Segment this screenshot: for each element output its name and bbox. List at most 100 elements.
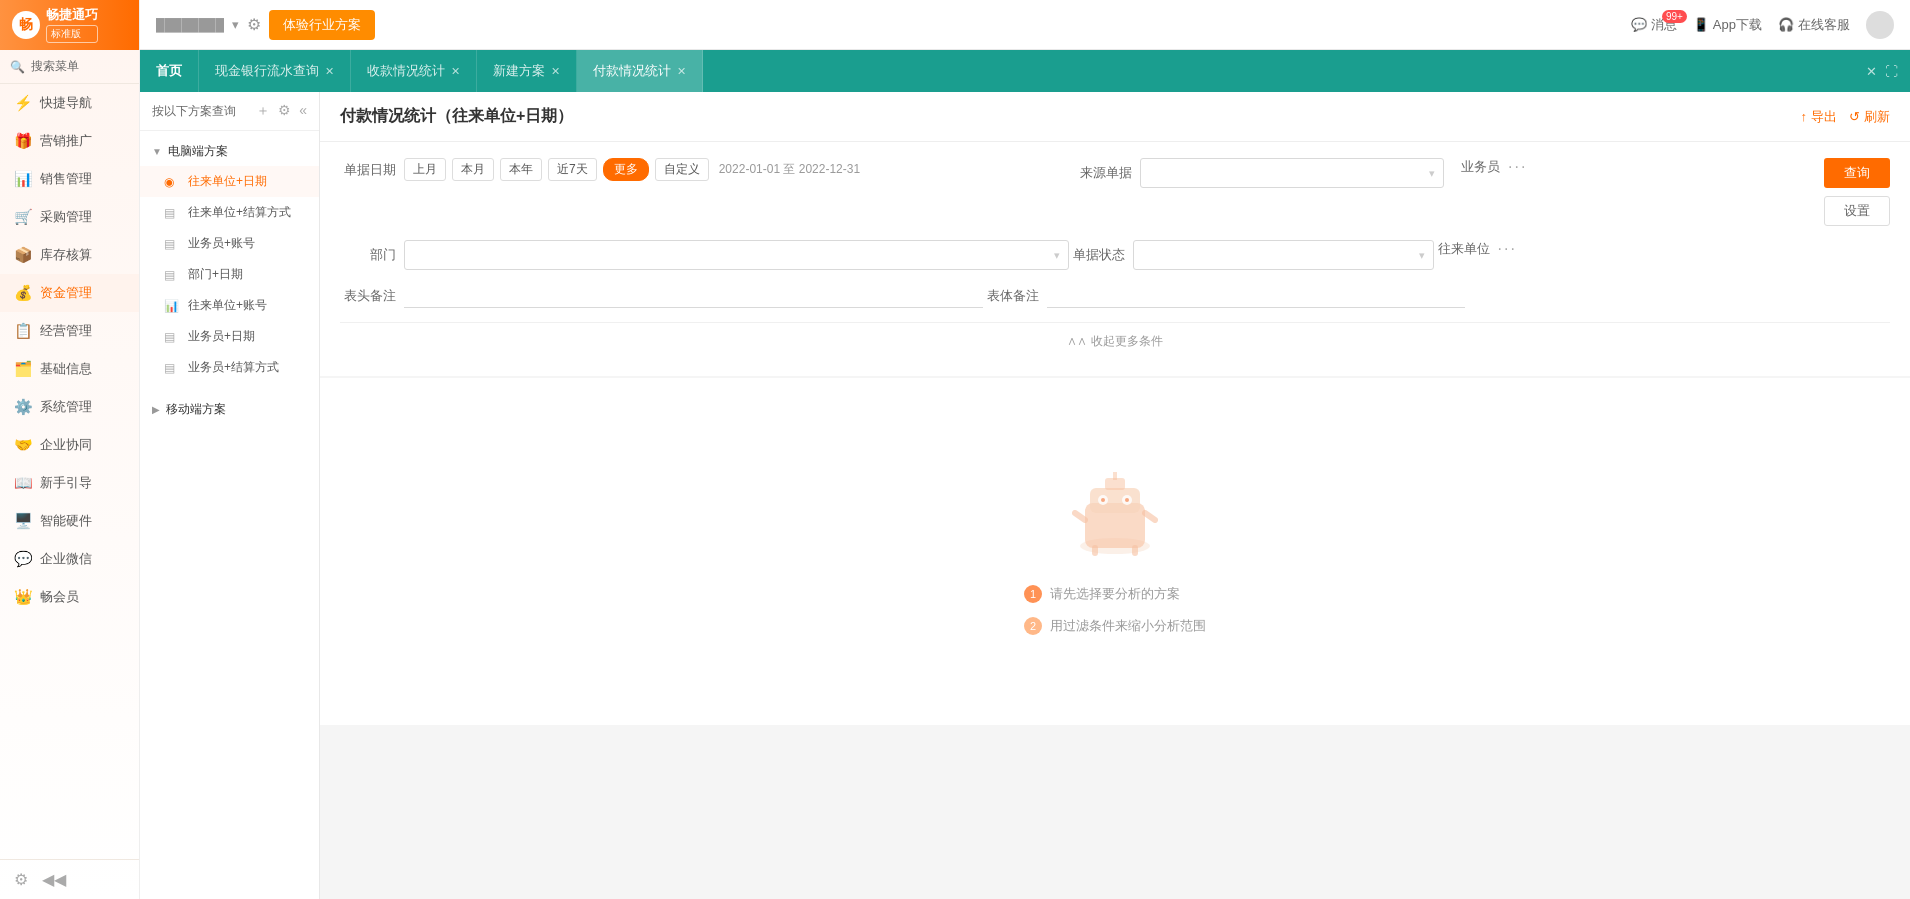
svg-rect-2 [1090,488,1140,513]
app-download-btn[interactable]: 📱 App下载 [1693,16,1762,34]
sidebar-item-label: 快捷导航 [40,94,92,112]
tab-new-close[interactable]: ✕ [551,65,560,78]
sidebar-item-finance[interactable]: 💰 资金管理 [0,274,139,312]
svg-rect-8 [1113,472,1117,480]
date-last-month-btn[interactable]: 上月 [404,158,446,181]
tab-receipts[interactable]: 收款情况统计 ✕ [351,50,477,92]
scheme-item-dept-date[interactable]: ▤ 部门+日期 [140,259,319,290]
user-avatar[interactable] [1866,11,1894,39]
tab-payments-close[interactable]: ✕ [677,65,686,78]
sidebar-item-label: 采购管理 [40,208,92,226]
tab-new[interactable]: 新建方案 ✕ [477,50,577,92]
source-select[interactable]: ▾ [1140,158,1444,188]
scheme-panel-header-actions: ＋ ⚙ « [256,102,307,120]
topbar-settings-icon[interactable]: ⚙ [247,15,261,34]
sidebar-item-system[interactable]: ⚙️ 系统管理 [0,388,139,426]
page-title-actions: ↑ 导出 ↺ 刷新 [1801,108,1891,126]
svg-line-9 [1075,513,1085,520]
scheme-item-staff-settle[interactable]: ▤ 业务员+结算方式 [140,352,319,383]
counterpart-label: 往来单位 [1434,240,1490,258]
mobile-arrow-icon: ▶ [152,404,160,415]
header-note-control [404,284,983,308]
filter-row-3: 表头备注 表体备注 [340,284,1890,308]
tab-close-all-icon[interactable]: ✕ [1866,64,1877,79]
main-area: ████████ ▾ ⚙ 体验行业方案 💬 消息 99+ 📱 App下载 🎧 在… [140,0,1910,899]
body-note-input[interactable] [1047,284,1465,308]
tab-expand-icon[interactable]: ⛶ [1885,64,1898,79]
staff-dots-btn[interactable]: ··· [1508,158,1527,175]
collapse-bar[interactable]: ∧∧ 收起更多条件 [340,322,1890,360]
sidebar-item-hardware[interactable]: 🖥️ 智能硬件 [0,502,139,540]
date-this-year-btn[interactable]: 本年 [500,158,542,181]
service-icon: 🎧 [1778,17,1794,32]
tab-home[interactable]: 首页 [140,50,199,92]
online-service-btn[interactable]: 🎧 在线客服 [1778,16,1850,34]
tab-payments[interactable]: 付款情况统计 ✕ [577,50,703,92]
filter-item-counterpart: 往来单位 ··· [1434,240,1799,258]
refresh-btn[interactable]: ↺ 刷新 [1849,108,1890,126]
filter-item-dept: 部门 ▾ [340,240,1069,270]
scheme-item-staff-account[interactable]: ▤ 业务员+账号 [140,228,319,259]
app-icon: 📱 [1693,17,1709,32]
sidebar-item-label: 基础信息 [40,360,92,378]
sidebar-item-quicknav[interactable]: ⚡ 快捷导航 [0,84,139,122]
scheme-mobile-title[interactable]: ▶ 移动端方案 [140,395,319,424]
scheme-icon-7: ▤ [164,361,180,375]
export-label: 导出 [1811,108,1837,126]
scheme-item-label: 往来单位+日期 [188,173,267,190]
sidebar-item-sales[interactable]: 📊 销售管理 [0,160,139,198]
sidebar-item-enterprise[interactable]: 🤝 企业协同 [0,426,139,464]
status-chevron-icon: ▾ [1419,249,1425,262]
status-select[interactable]: ▾ [1133,240,1434,270]
filter-item-staff: 业务员 ··· [1444,158,1812,176]
query-btn[interactable]: 查询 [1824,158,1890,188]
purchase-icon: 🛒 [14,208,32,226]
scheme-settings-icon[interactable]: ⚙ [278,102,291,120]
scheme-item-unit-account[interactable]: 📊 往来单位+账号 [140,290,319,321]
sidebar-item-inventory[interactable]: 📦 库存核算 [0,236,139,274]
filter-row-1: 单据日期 上月 本月 本年 近7天 更多 自定义 2022-01-01 至 20… [340,158,1890,226]
scheme-item-unit-settle[interactable]: ▤ 往来单位+结算方式 [140,197,319,228]
tab-receipts-close[interactable]: ✕ [451,65,460,78]
sidebar-item-guide[interactable]: 📖 新手引导 [0,464,139,502]
tab-cashflow[interactable]: 现金银行流水查询 ✕ [199,50,351,92]
sidebar-item-label: 企业微信 [40,550,92,568]
sidebar-item-operations[interactable]: 📋 经营管理 [0,312,139,350]
footer-collapse-icon[interactable]: ◀◀ [42,870,66,889]
sidebar-item-marketing[interactable]: 🎁 营销推广 [0,122,139,160]
header-note-input[interactable] [404,284,983,308]
scheme-item-staff-date[interactable]: ▤ 业务员+日期 [140,321,319,352]
counterpart-dots-btn[interactable]: ··· [1498,240,1517,257]
sidebar-item-member[interactable]: 👑 畅会员 [0,578,139,616]
scheme-item-unit-date[interactable]: ◉ 往来单位+日期 [140,166,319,197]
scheme-item-label: 业务员+结算方式 [188,359,279,376]
member-icon: 👑 [14,588,32,606]
scheme-add-icon[interactable]: ＋ [256,102,270,120]
footer-settings-icon[interactable]: ⚙ [14,870,28,889]
trial-industry-btn[interactable]: 体验行业方案 [269,10,375,40]
desktop-arrow-icon: ▼ [152,146,162,157]
settings-btn[interactable]: 设置 [1824,196,1890,226]
date-7days-btn[interactable]: 近7天 [548,158,597,181]
filter-item-status: 单据状态 ▾ [1069,240,1434,270]
topbar: ████████ ▾ ⚙ 体验行业方案 💬 消息 99+ 📱 App下载 🎧 在… [140,0,1910,50]
tab-payments-label: 付款情况统计 [593,62,671,80]
dept-control: ▾ [404,240,1069,270]
sidebar-item-purchase[interactable]: 🛒 采购管理 [0,198,139,236]
export-btn[interactable]: ↑ 导出 [1801,108,1838,126]
filter-item-date: 单据日期 上月 本月 本年 近7天 更多 自定义 2022-01-01 至 20… [340,158,1076,181]
topbar-dropdown-icon[interactable]: ▾ [232,17,239,32]
dept-select[interactable]: ▾ [404,240,1069,270]
notice-btn[interactable]: 💬 消息 99+ [1631,16,1677,34]
date-more-btn[interactable]: 更多 [603,158,649,181]
logo-icon: 畅 [12,11,40,39]
date-custom-btn[interactable]: 自定义 [655,158,709,181]
scheme-collapse-icon[interactable]: « [299,102,307,120]
sidebar-search[interactable]: 🔍 搜索菜单 [0,50,139,84]
tab-cashflow-close[interactable]: ✕ [325,65,334,78]
sidebar-item-basic[interactable]: 🗂️ 基础信息 [0,350,139,388]
sidebar-item-wechat[interactable]: 💬 企业微信 [0,540,139,578]
scheme-desktop-title[interactable]: ▼ 电脑端方案 [140,137,319,166]
status-control: ▾ [1133,240,1434,270]
date-this-month-btn[interactable]: 本月 [452,158,494,181]
